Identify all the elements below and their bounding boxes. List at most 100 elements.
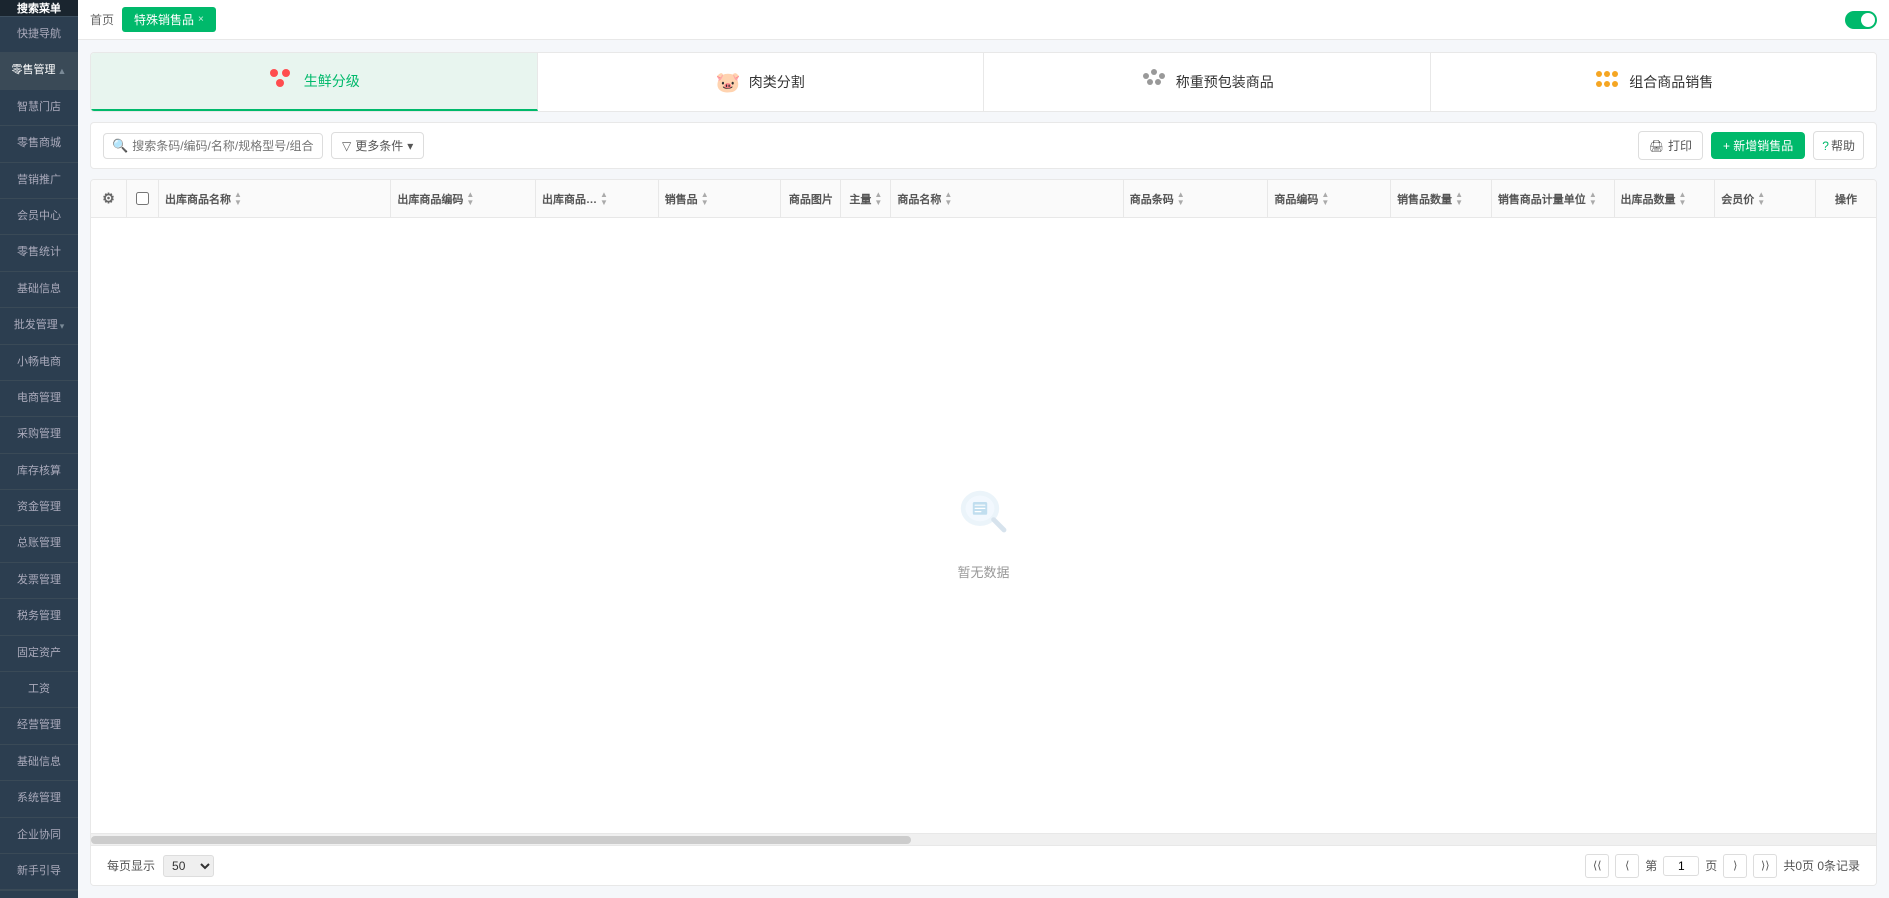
- next-page-button[interactable]: ⟩: [1723, 854, 1747, 878]
- th-goods-name: 商品名称 ▲▼: [891, 180, 1123, 217]
- sidebar-item-ledger[interactable]: 总账管理: [0, 526, 78, 562]
- page-label: 第: [1645, 857, 1657, 874]
- sidebar-item-basic-info[interactable]: 基础信息: [0, 272, 78, 308]
- sidebar-item-label: 采购管理: [17, 428, 61, 440]
- th-label: 会员价: [1721, 191, 1754, 207]
- th-label: 销售品数量: [1397, 191, 1452, 207]
- sort-icon[interactable]: ▲▼: [1177, 191, 1185, 207]
- per-page-label: 每页显示: [107, 857, 155, 874]
- sidebar-settings-icon[interactable]: ⚙: [0, 890, 78, 898]
- scale-icon: [1140, 68, 1168, 96]
- th-label: 出库品数量: [1621, 191, 1676, 207]
- add-sale-button[interactable]: + 新增销售品: [1711, 132, 1805, 159]
- category-tabs: 生鲜分级 🐷 肉类分割 称重预包装商品: [90, 52, 1877, 112]
- th-out-goods-spec: 出库商品… ▲▼: [536, 180, 659, 217]
- th-goods-img: 商品图片: [781, 180, 841, 217]
- cat-tab-weigh-pack[interactable]: 称重预包装商品: [984, 53, 1431, 111]
- search-box[interactable]: 🔍: [103, 133, 323, 159]
- filter-button[interactable]: ▽ 更多条件 ▾: [331, 132, 424, 159]
- print-icon: 🖨: [1649, 139, 1664, 153]
- help-button[interactable]: ? 帮助: [1813, 131, 1864, 160]
- search-input[interactable]: [132, 139, 314, 153]
- page-input[interactable]: [1663, 856, 1699, 876]
- sidebar-item-promotion[interactable]: 营销推广: [0, 163, 78, 199]
- horizontal-scrollbar[interactable]: [91, 833, 1876, 845]
- total-records: 共0页 0条记录: [1783, 857, 1860, 874]
- close-tab-icon[interactable]: ×: [198, 14, 204, 25]
- sort-icon[interactable]: ▲▼: [874, 191, 882, 207]
- sort-icon[interactable]: ▲▼: [944, 191, 952, 207]
- sort-icon[interactable]: ▲▼: [234, 191, 242, 207]
- cat-tab-combo-sale[interactable]: 组合商品销售: [1431, 53, 1877, 111]
- th-label: 商品名称: [897, 191, 941, 207]
- print-button[interactable]: 🖨 打印: [1638, 131, 1703, 160]
- scrollbar-thumb[interactable]: [91, 836, 911, 844]
- active-tab[interactable]: 特殊销售品 ×: [122, 7, 216, 32]
- first-page-button[interactable]: ⟨⟨: [1585, 854, 1609, 878]
- cat-tab-label: 肉类分割: [749, 72, 805, 92]
- search-icon: 🔍: [112, 138, 128, 154]
- th-settings[interactable]: ⚙: [91, 180, 127, 217]
- sidebar-item-enterprise[interactable]: 企业协同: [0, 818, 78, 854]
- sidebar-item-new-guide[interactable]: 新手引导: [0, 854, 78, 890]
- th-checkbox[interactable]: [127, 180, 159, 217]
- pig-icon: 🐷: [716, 70, 741, 95]
- sidebar-item-member[interactable]: 会员中心: [0, 199, 78, 235]
- sort-icon[interactable]: ▲▼: [466, 191, 474, 207]
- prev-page-button[interactable]: ⟨: [1615, 854, 1639, 878]
- th-label: 销售品: [665, 191, 698, 207]
- th-label: 主量: [849, 191, 871, 207]
- th-main: 主量 ▲▼: [841, 180, 891, 217]
- sidebar-item-mini-ecom[interactable]: 小畅电商: [0, 345, 78, 381]
- th-label: 商品编码: [1274, 191, 1318, 207]
- sidebar-item-operation[interactable]: 经营管理: [0, 708, 78, 744]
- topbar-right: [1845, 11, 1877, 29]
- cat-tab-label: 组合商品销售: [1629, 72, 1713, 92]
- select-all-checkbox[interactable]: [136, 192, 149, 205]
- sort-icon[interactable]: ▲▼: [1321, 191, 1329, 207]
- sidebar-item-label: 零售统计: [17, 246, 61, 258]
- empty-text: 暂无数据: [957, 562, 1009, 581]
- toggle-switch[interactable]: [1845, 11, 1877, 29]
- per-page-select[interactable]: 10 20 50 100: [163, 855, 214, 877]
- sidebar-item-retail-mall[interactable]: 零售商城: [0, 126, 78, 162]
- sort-icon[interactable]: ▲▼: [1757, 191, 1765, 207]
- page-suffix: 页: [1705, 857, 1717, 874]
- sidebar-item-wholesale[interactable]: 批发管理 ▾: [0, 308, 78, 344]
- th-member-price: 会员价 ▲▼: [1715, 180, 1816, 217]
- th-out-goods-name: 出库商品名称 ▲▼: [159, 180, 391, 217]
- sidebar-item-label: 固定资产: [17, 647, 61, 659]
- sidebar-item-purchase[interactable]: 采购管理: [0, 417, 78, 453]
- sidebar-item-invoice[interactable]: 发票管理: [0, 563, 78, 599]
- th-label: 出库商品…: [542, 191, 597, 207]
- sidebar-item-fixed-assets[interactable]: 固定资产: [0, 636, 78, 672]
- sort-icon[interactable]: ▲▼: [600, 191, 608, 207]
- combo-icon: [1593, 68, 1621, 96]
- th-goods-barcode: 商品条码 ▲▼: [1124, 180, 1269, 217]
- sidebar-item-retail-mgmt[interactable]: 零售管理 ▲: [0, 53, 78, 89]
- sidebar-item-inventory[interactable]: 库存核算: [0, 454, 78, 490]
- sidebar-item-payroll[interactable]: 工资: [0, 672, 78, 708]
- sidebar-item-tax[interactable]: 税务管理: [0, 599, 78, 635]
- sidebar-item-system[interactable]: 系统管理: [0, 781, 78, 817]
- help-label: 帮助: [1831, 137, 1855, 154]
- topbar: 首页 特殊销售品 ×: [78, 0, 1889, 40]
- cat-tab-fresh-grade[interactable]: 生鲜分级: [91, 53, 538, 111]
- last-page-button[interactable]: ⟩⟩: [1753, 854, 1777, 878]
- sidebar-item-quick-nav[interactable]: 快捷导航: [0, 17, 78, 53]
- sort-icon[interactable]: ▲▼: [1589, 191, 1597, 207]
- home-tab[interactable]: 首页: [90, 11, 114, 28]
- sidebar-item-retail-stats[interactable]: 零售统计: [0, 235, 78, 271]
- sort-icon[interactable]: ▲▼: [701, 191, 709, 207]
- sidebar-item-basic-info2[interactable]: 基础信息: [0, 745, 78, 781]
- page-content: 生鲜分级 🐷 肉类分割 称重预包装商品: [78, 40, 1889, 898]
- sidebar-logo: 搜索菜单: [0, 0, 78, 17]
- sort-icon[interactable]: ▲▼: [1679, 191, 1687, 207]
- cat-tab-meat-cut[interactable]: 🐷 肉类分割: [538, 53, 985, 111]
- sidebar-item-label: 新手引导: [17, 865, 61, 877]
- sidebar-item-capital[interactable]: 资金管理: [0, 490, 78, 526]
- sidebar-item-smart-store[interactable]: 智慧门店: [0, 90, 78, 126]
- data-table: ⚙ 出库商品名称 ▲▼ 出库商品编码 ▲▼ 出库商品… ▲▼: [90, 179, 1877, 886]
- sort-icon[interactable]: ▲▼: [1455, 191, 1463, 207]
- sidebar-item-ecom-mgmt[interactable]: 电商管理: [0, 381, 78, 417]
